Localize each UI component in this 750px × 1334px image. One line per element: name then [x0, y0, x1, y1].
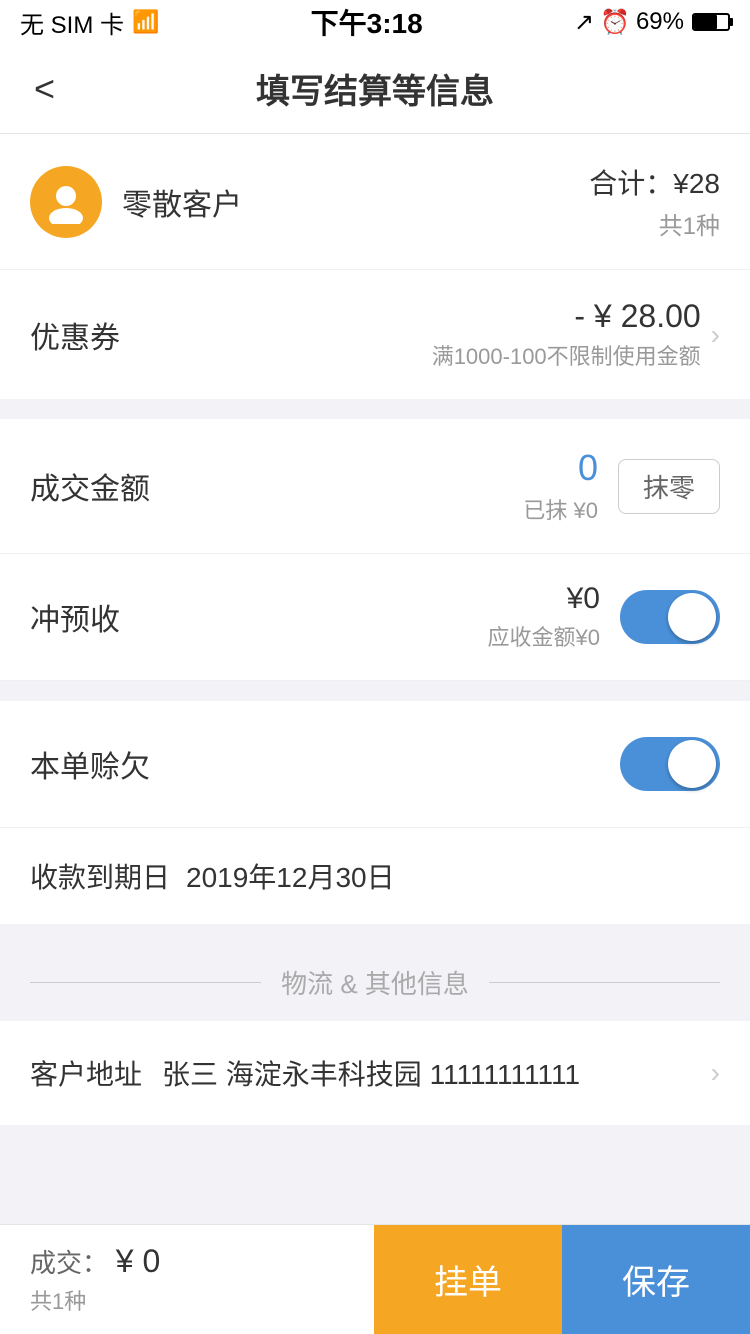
prepayment-amount: ¥0 — [567, 582, 600, 616]
divider-line-left — [30, 982, 261, 983]
address-section: 客户地址 张三 海淀永丰科技园 11111111111 › — [0, 1021, 750, 1125]
toggle-thumb — [668, 593, 716, 641]
alarm-icon: ⏰ — [600, 8, 630, 37]
coupon-label: 优惠券 — [30, 313, 120, 357]
back-button[interactable]: < — [24, 58, 65, 120]
customer-name: 零散客户 — [122, 180, 242, 224]
battery-icon — [692, 13, 730, 31]
deal-amount-sub: 已抹 ¥0 — [523, 493, 598, 525]
avatar-icon — [44, 180, 88, 224]
prepayment-sub: 应收金额¥0 — [488, 620, 600, 652]
debt-row: 本单赊欠 — [0, 701, 750, 827]
save-button[interactable]: 保存 — [562, 1225, 750, 1334]
bottom-deal-label: 成交： — [30, 1248, 108, 1278]
due-date-value: 2019年12月30日 — [186, 856, 395, 896]
customer-count: 共1种 — [589, 206, 720, 241]
customer-avatar — [30, 166, 102, 238]
status-right: ↗ ⏰ 69% — [574, 8, 730, 37]
logistics-text: 物流 & 其他信息 — [261, 964, 489, 1001]
prepayment-info: ¥0 应收金额¥0 — [488, 582, 600, 652]
deal-amount-value[interactable]: 0 — [578, 447, 598, 488]
prepayment-row: 冲预收 ¥0 应收金额¥0 — [0, 554, 750, 681]
bottom-deal-row: 成交： ¥ 0 — [30, 1243, 344, 1280]
wifi-icon: 📶 — [132, 9, 159, 35]
debt-toggle-thumb — [668, 740, 716, 788]
customer-row: 零散客户 合计：¥28 共1种 — [0, 134, 750, 269]
coupon-info: - ¥ 28.00 满1000-100不限制使用金额 — [432, 298, 701, 371]
prepayment-right: ¥0 应收金额¥0 — [488, 582, 720, 652]
deal-amount-section: 成交金额 0 已抹 ¥0 抹零 冲预收 ¥0 应收金额¥0 — [0, 419, 750, 681]
prepayment-inner: 冲预收 ¥0 应收金额¥0 — [0, 554, 750, 680]
customer-total: 合计：¥28 — [589, 162, 720, 202]
prepayment-label: 冲预收 — [30, 595, 120, 639]
address-left: 客户地址 张三 海淀永丰科技园 11111111111 — [30, 1053, 580, 1093]
location-icon: ↗ — [574, 8, 594, 37]
customer-right: 合计：¥28 共1种 — [589, 162, 720, 241]
prepayment-toggle[interactable] — [620, 590, 720, 644]
deal-amount-right: 0 已抹 ¥0 抹零 — [523, 447, 720, 525]
bottom-count: 共1种 — [30, 1284, 344, 1316]
coupon-amount: - ¥ 28.00 — [432, 298, 701, 335]
address-label: 客户地址 — [30, 1053, 142, 1093]
address-chevron-icon: › — [711, 1057, 720, 1089]
debt-toggle[interactable] — [620, 737, 720, 791]
deal-amount-inner: 成交金额 0 已抹 ¥0 抹零 — [0, 419, 750, 553]
status-left: 无 SIM 卡 📶 — [20, 5, 159, 40]
coupon-row[interactable]: 优惠券 - ¥ 28.00 满1000-100不限制使用金额 › — [0, 269, 750, 399]
nav-bar: < 填写结算等信息 — [0, 44, 750, 134]
debt-section: 本单赊欠 收款到期日 2019年12月30日 — [0, 701, 750, 924]
address-row[interactable]: 客户地址 张三 海淀永丰科技园 11111111111 › — [0, 1021, 750, 1125]
coupon-desc: 满1000-100不限制使用金额 — [432, 339, 701, 371]
hang-order-button[interactable]: 挂单 — [374, 1225, 562, 1334]
status-time: 下午3:18 — [311, 2, 423, 42]
bottom-summary: 成交： ¥ 0 共1种 — [0, 1243, 374, 1316]
status-bar: 无 SIM 卡 📶 下午3:18 ↗ ⏰ 69% — [0, 0, 750, 44]
address-value: 张三 海淀永丰科技园 11111111111 — [162, 1053, 580, 1093]
bottom-deal-amount: ¥ 0 — [116, 1243, 160, 1279]
chevron-right-icon: › — [711, 319, 720, 351]
coupon-right: - ¥ 28.00 满1000-100不限制使用金额 › — [432, 298, 720, 371]
logistics-divider: 物流 & 其他信息 — [0, 944, 750, 1021]
round-zero-button[interactable]: 抹零 — [618, 459, 720, 514]
due-date-label: 收款到期日 — [30, 856, 170, 896]
divider-line-right — [489, 982, 720, 983]
page-title: 填写结算等信息 — [256, 64, 494, 113]
battery-percent: 69% — [636, 8, 684, 36]
deal-amount-row: 成交金额 0 已抹 ¥0 抹零 — [0, 419, 750, 554]
bottom-bar: 成交： ¥ 0 共1种 挂单 保存 — [0, 1224, 750, 1334]
carrier-text: 无 SIM 卡 — [20, 5, 124, 40]
due-date-row: 收款到期日 2019年12月30日 — [0, 827, 750, 924]
debt-label: 本单赊欠 — [30, 742, 150, 786]
customer-section: 零散客户 合计：¥28 共1种 优惠券 - ¥ 28.00 满1000-100不… — [0, 134, 750, 399]
customer-left: 零散客户 — [30, 166, 242, 238]
deal-amount-label: 成交金额 — [30, 464, 150, 508]
